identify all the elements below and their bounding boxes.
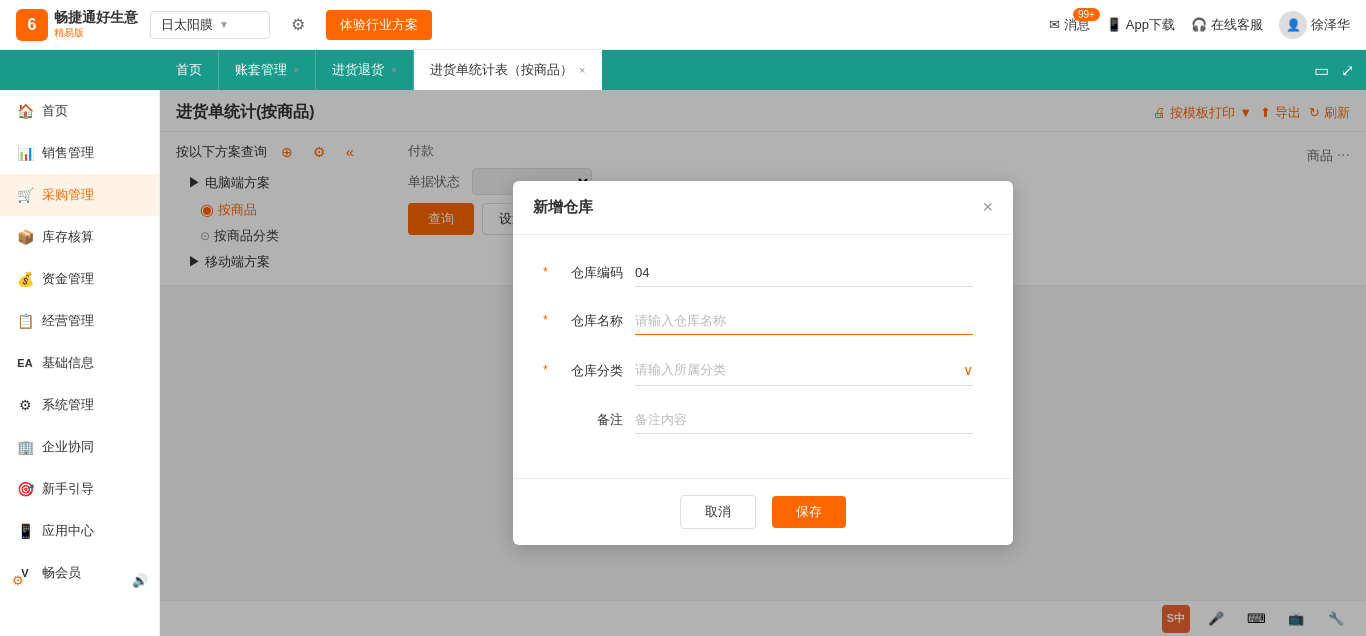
logo-sub: 精易版 xyxy=(54,26,138,40)
message-badge: 99+ xyxy=(1073,8,1100,21)
tab-account[interactable]: 账套管理 × xyxy=(219,50,316,90)
online-service-button[interactable]: 🎧 在线客服 xyxy=(1191,16,1263,34)
dialog-title: 新增仓库 xyxy=(533,198,593,217)
dialog-close-button[interactable]: × xyxy=(982,197,993,218)
code-label: 仓库编码 xyxy=(553,264,623,282)
sidebar-item-inventory[interactable]: 📦 库存核算 xyxy=(0,216,159,258)
guide-icon: 🎯 xyxy=(16,480,34,498)
chevron-down-icon: ▼ xyxy=(219,19,229,30)
user-menu[interactable]: 👤 徐泽华 xyxy=(1279,11,1350,39)
category-label: 仓库分类 xyxy=(553,362,623,380)
sidebar-bottom: ⚙ 🔊 xyxy=(0,565,160,596)
dialog-footer: 取消 保存 xyxy=(513,478,1013,545)
enterprise-icon: 🏢 xyxy=(16,438,34,456)
app-download-button[interactable]: 📱 App下载 xyxy=(1106,16,1175,34)
gear-icon[interactable]: ⚙ xyxy=(282,9,314,41)
sidebar: 🏠 首页 📊 销售管理 🛒 采购管理 📦 库存核算 💰 资金管理 📋 经营管理 … xyxy=(0,90,160,636)
tab-minimize-button[interactable]: ▭ xyxy=(1310,57,1333,84)
tab-maximize-button[interactable]: ⤢ xyxy=(1337,57,1358,84)
home-icon: 🏠 xyxy=(16,102,34,120)
logo-name: 畅捷通好生意 xyxy=(54,9,138,26)
sidebar-item-guide[interactable]: 🎯 新手引导 xyxy=(0,468,159,510)
close-icon[interactable]: × xyxy=(293,64,299,76)
dialog-overlay: 新增仓库 × 仓库编码 仓库名称 仓库分类 请输入 xyxy=(160,90,1366,636)
code-input[interactable] xyxy=(635,259,973,287)
sidebar-item-apps[interactable]: 📱 应用中心 xyxy=(0,510,159,552)
management-icon: 📋 xyxy=(16,312,34,330)
sidebar-item-purchase[interactable]: 🛒 采购管理 xyxy=(0,174,159,216)
main-layout: 🏠 首页 📊 销售管理 🛒 采购管理 📦 库存核算 💰 资金管理 📋 经营管理 … xyxy=(0,90,1366,636)
name-label: 仓库名称 xyxy=(553,312,623,330)
sales-icon: 📊 xyxy=(16,144,34,162)
form-row-category: 仓库分类 请输入所属分类 ∨ xyxy=(553,355,973,386)
logo-icon: 6 xyxy=(16,9,48,41)
tab-purchase-return[interactable]: 进货退货 × xyxy=(316,50,413,90)
topbar: 6 畅捷通好生意 精易版 日太阳膜 ▼ ⚙ 体验行业方案 ✉ 消息 99+ 📱 … xyxy=(0,0,1366,50)
content-area: 进货单统计(按商品) 🖨 按模板打印 ▼ ⬆ 导出 ↻ 刷新 xyxy=(160,90,1366,636)
tabbar-actions: ▭ ⤢ xyxy=(1310,57,1366,84)
headset-icon: 🎧 xyxy=(1191,17,1207,32)
tabbar: 首页 账套管理 × 进货退货 × 进货单统计表（按商品） × ▭ ⤢ xyxy=(0,50,1366,90)
sidebar-item-home[interactable]: 🏠 首页 xyxy=(0,90,159,132)
settings-bottom-icon[interactable]: ⚙ xyxy=(12,573,24,588)
name-input[interactable] xyxy=(635,307,973,335)
purchase-icon: 🛒 xyxy=(16,186,34,204)
apps-icon: 📱 xyxy=(16,522,34,540)
close-icon[interactable]: × xyxy=(579,64,585,76)
expand-icon[interactable]: 🔊 xyxy=(132,573,148,588)
dialog-body: 仓库编码 仓库名称 仓库分类 请输入所属分类 ∨ xyxy=(513,235,1013,478)
form-row-note: 备注 xyxy=(553,406,973,434)
note-label: 备注 xyxy=(553,411,623,429)
sidebar-item-system[interactable]: ⚙ 系统管理 xyxy=(0,384,159,426)
message-icon: ✉ xyxy=(1049,17,1060,32)
tab-home[interactable]: 首页 xyxy=(160,50,219,90)
dialog-header: 新增仓库 × xyxy=(513,181,1013,235)
message-button[interactable]: ✉ 消息 99+ xyxy=(1049,16,1090,34)
sidebar-item-basic-info[interactable]: EA 基础信息 xyxy=(0,342,159,384)
cancel-button[interactable]: 取消 xyxy=(680,495,756,529)
close-icon[interactable]: × xyxy=(390,64,396,76)
logo-area: 6 畅捷通好生意 精易版 xyxy=(16,9,138,41)
store-selector[interactable]: 日太阳膜 ▼ xyxy=(150,11,270,39)
basic-info-icon: EA xyxy=(16,354,34,372)
note-input[interactable] xyxy=(635,406,973,434)
finance-icon: 💰 xyxy=(16,270,34,288)
form-row-name: 仓库名称 xyxy=(553,307,973,335)
mobile-icon: 📱 xyxy=(1106,17,1122,32)
sidebar-item-enterprise[interactable]: 🏢 企业协同 xyxy=(0,426,159,468)
new-warehouse-dialog: 新增仓库 × 仓库编码 仓库名称 仓库分类 请输入 xyxy=(513,181,1013,545)
system-icon: ⚙ xyxy=(16,396,34,414)
avatar: 👤 xyxy=(1279,11,1307,39)
category-select[interactable]: 请输入所属分类 ∨ xyxy=(635,355,973,386)
chevron-down-icon: ∨ xyxy=(963,362,973,378)
topbar-right: ✉ 消息 99+ 📱 App下载 🎧 在线客服 👤 徐泽华 xyxy=(1049,11,1350,39)
trial-button[interactable]: 体验行业方案 xyxy=(326,10,432,40)
inventory-icon: 📦 xyxy=(16,228,34,246)
save-button[interactable]: 保存 xyxy=(772,496,846,528)
tab-purchase-stats[interactable]: 进货单统计表（按商品） × xyxy=(414,50,602,90)
sidebar-item-sales[interactable]: 📊 销售管理 xyxy=(0,132,159,174)
form-row-code: 仓库编码 xyxy=(553,259,973,287)
sidebar-item-finance[interactable]: 💰 资金管理 xyxy=(0,258,159,300)
sidebar-item-management[interactable]: 📋 经营管理 xyxy=(0,300,159,342)
